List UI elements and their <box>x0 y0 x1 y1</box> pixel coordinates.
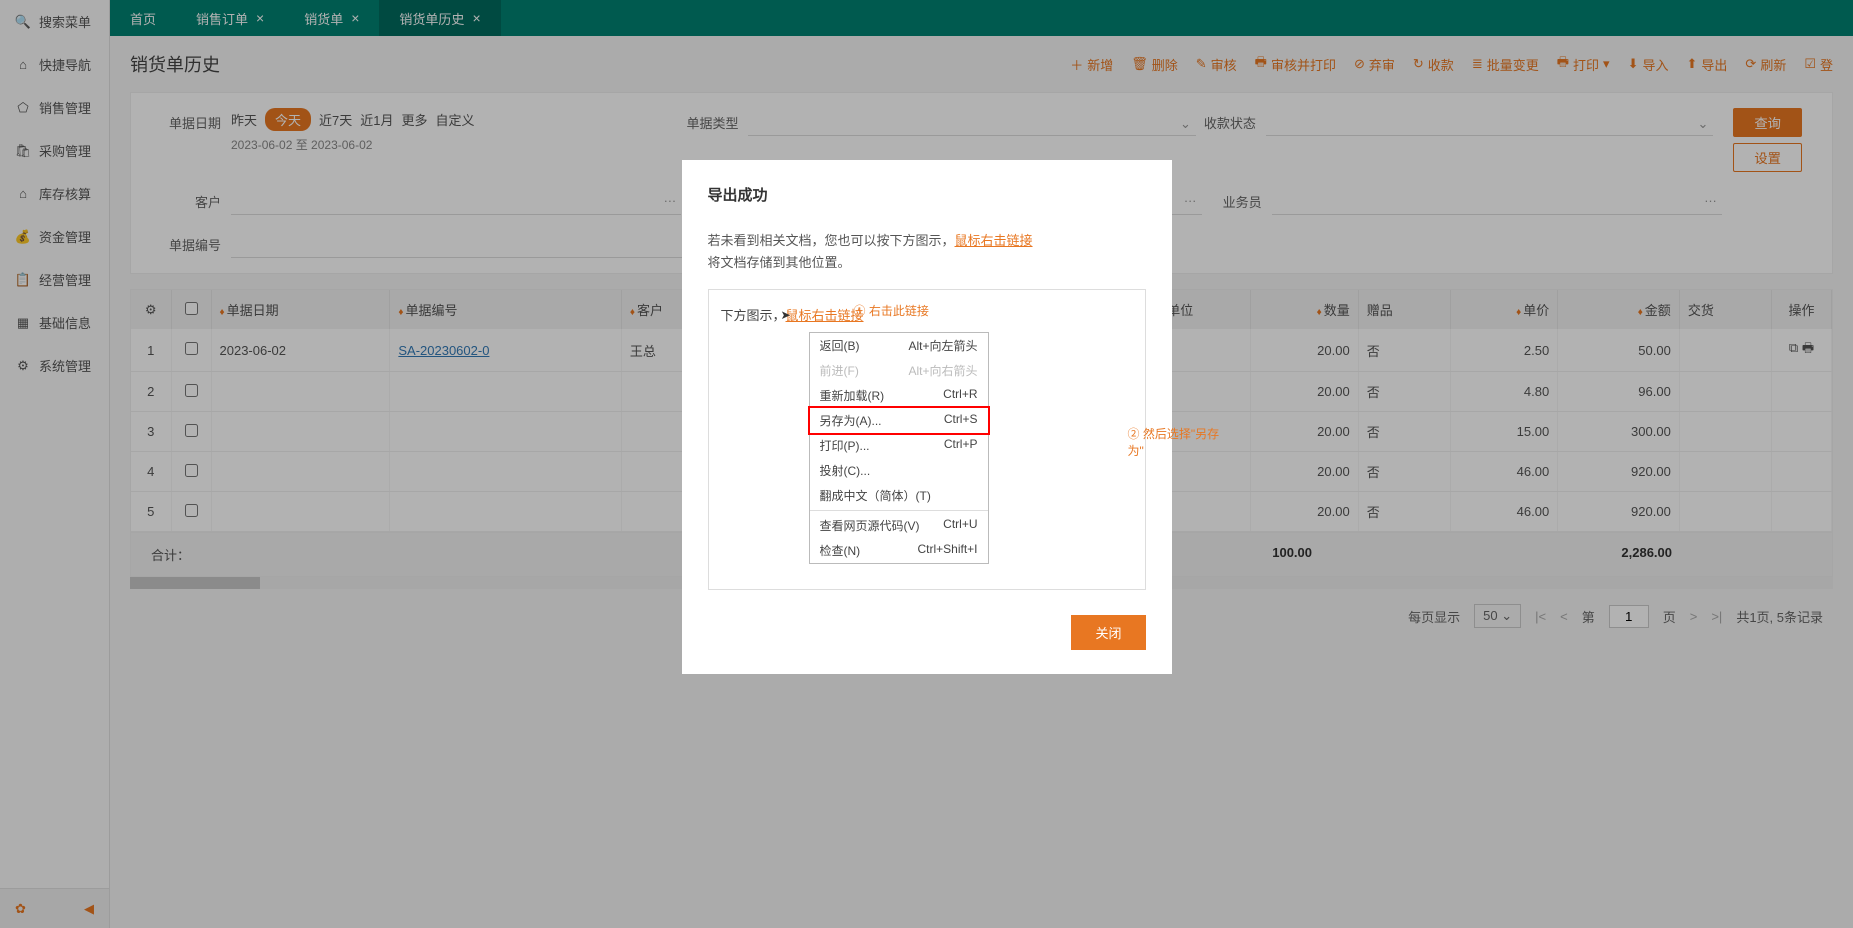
ctx-label: 查看网页源代码(V) <box>820 517 920 534</box>
instruction-box: 下方图示，鼠标右击链接 ➤ ① 右击此链接 返回(B) Alt+向左箭头前进(F)… <box>708 289 1146 590</box>
ctx-shortcut: Ctrl+Shift+I <box>917 542 977 559</box>
ctx-shortcut: Alt+向右箭头 <box>908 362 977 379</box>
ctx-label: 检查(N) <box>820 542 861 559</box>
ctx-menu-item: 打印(P)... Ctrl+P <box>810 433 988 458</box>
ctx-menu-item: 重新加载(R) Ctrl+R <box>810 383 988 408</box>
ctx-shortcut: Ctrl+S <box>944 412 978 429</box>
ctx-shortcut: Ctrl+U <box>943 517 977 534</box>
annotation-2: ② 然后选择"另存为" <box>1128 425 1228 459</box>
annotation-1: ① 右击此链接 <box>854 302 929 319</box>
ctx-label: 另存为(A)... <box>820 412 882 429</box>
ctx-menu-item: 查看网页源代码(V) Ctrl+U <box>810 513 988 538</box>
menu-separator <box>810 510 988 511</box>
context-menu: 返回(B) Alt+向左箭头前进(F) Alt+向右箭头重新加载(R) Ctrl+R 另… <box>809 332 989 564</box>
instr-prefix: 下方图示， <box>721 308 786 323</box>
modal-title: 导出成功 <box>708 184 1146 205</box>
ctx-menu-item: 检查(N) Ctrl+Shift+I <box>810 538 988 563</box>
close-button[interactable]: 关闭 <box>1071 615 1145 650</box>
ctx-label: 投射(C)... <box>820 462 871 479</box>
ctx-shortcut: Alt+向左箭头 <box>908 337 977 354</box>
ctx-shortcut: Ctrl+R <box>943 387 977 404</box>
export-success-modal: 导出成功 若未看到相关文档，您也可以按下方图示，鼠标右击链接 将文档存储到其他位… <box>682 160 1172 674</box>
ctx-label: 返回(B) <box>820 337 860 354</box>
ctx-menu-item: 另存为(A)... Ctrl+S <box>808 406 990 435</box>
ctx-label: 前进(F) <box>820 362 859 379</box>
ctx-label: 打印(P)... <box>820 437 870 454</box>
ctx-menu-item: 返回(B) Alt+向左箭头 <box>810 333 988 358</box>
ctx-menu-item: 前进(F) Alt+向右箭头 <box>810 358 988 383</box>
instr-link: 鼠标右击链接 <box>786 308 864 323</box>
ctx-menu-item: 投射(C)... <box>810 458 988 483</box>
modal-overlay[interactable]: 导出成功 若未看到相关文档，您也可以按下方图示，鼠标右击链接 将文档存储到其他位… <box>0 0 1853 928</box>
ctx-menu-item: 翻成中文（简体）(T) <box>810 483 988 508</box>
modal-link[interactable]: 鼠标右击链接 <box>955 233 1033 248</box>
ctx-shortcut: Ctrl+P <box>944 437 978 454</box>
ctx-label: 翻成中文（简体）(T) <box>820 487 931 504</box>
ctx-label: 重新加载(R) <box>820 387 885 404</box>
cursor-icon: ➤ <box>781 308 791 322</box>
modal-description: 若未看到相关文档，您也可以按下方图示，鼠标右击链接 将文档存储到其他位置。 <box>708 230 1146 274</box>
